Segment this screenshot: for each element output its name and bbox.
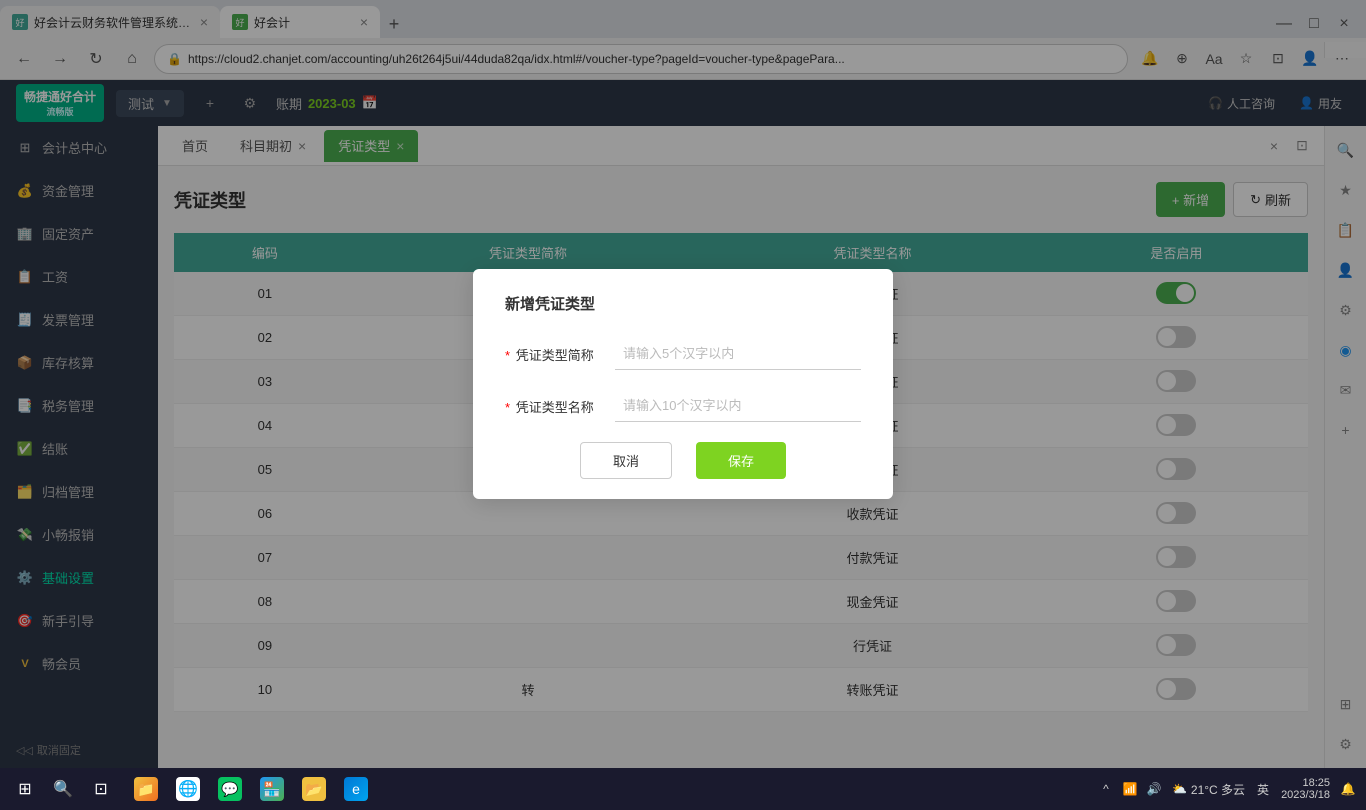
wechat-icon: 💬 [218,777,242,801]
cancel-button[interactable]: 取消 [580,442,672,479]
modal-new-voucher-type: 新增凭证类型 * 凭证类型简称 * 凭证类型名称 取消 保存 [473,269,893,499]
taskbar-app-files[interactable]: 📂 [294,772,334,806]
chevron-up-icon[interactable]: ^ [1096,779,1116,799]
chrome-icon: 🌐 [176,777,200,801]
save-button[interactable]: 保存 [696,442,786,479]
weather-info: ⛅ 21°C 多云 [1172,781,1245,798]
task-view-btn[interactable]: ⊡ [84,772,118,806]
explorer-icon: 📁 [134,777,158,801]
taskbar-app-chrome[interactable]: 🌐 [168,772,208,806]
start-button[interactable]: ⊞ [8,772,42,806]
taskbar-system-icons: ^ 📶 🔊 [1096,779,1164,799]
taskbar-app-explorer[interactable]: 📁 [126,772,166,806]
edge-icon: e [344,777,368,801]
search-btn[interactable]: 🔍 [46,772,80,806]
modal-footer: 取消 保存 [505,442,861,479]
lang-btn[interactable]: 英 [1253,779,1273,799]
modal-title: 新增凭证类型 [505,293,861,314]
store-icon: 🏪 [260,777,284,801]
modal-short-label: * 凭证类型简称 [505,345,615,364]
weather-icon: ⛅ [1172,782,1187,796]
files-icon: 📂 [302,777,326,801]
taskbar-right: ^ 📶 🔊 ⛅ 21°C 多云 英 18:25 2023/3/18 🔔 [1096,777,1358,801]
taskbar-app-edge[interactable]: e [336,772,376,806]
volume-icon[interactable]: 🔊 [1144,779,1164,799]
modal-field-short: * 凭证类型简称 [505,338,861,370]
voucher-short-input[interactable] [615,338,861,370]
required-mark-1: * [505,348,510,363]
clock-info[interactable]: 18:25 2023/3/18 [1281,777,1330,801]
required-mark-2: * [505,400,510,415]
notification-icon[interactable]: 🔔 [1338,779,1358,799]
voucher-name-input[interactable] [615,390,861,422]
taskbar-app-wechat[interactable]: 💬 [210,772,250,806]
taskbar: ⊞ 🔍 ⊡ 📁 🌐 💬 🏪 📂 e ^ 📶 🔊 ⛅ 21°C 多云 [0,768,1366,810]
modal-name-label: * 凭证类型名称 [505,397,615,416]
wifi-icon[interactable]: 📶 [1120,779,1140,799]
taskbar-apps: 📁 🌐 💬 🏪 📂 e [126,772,376,806]
taskbar-app-store[interactable]: 🏪 [252,772,292,806]
modal-field-name: * 凭证类型名称 [505,390,861,422]
modal-overlay[interactable]: 新增凭证类型 * 凭证类型简称 * 凭证类型名称 取消 保存 [0,0,1366,768]
